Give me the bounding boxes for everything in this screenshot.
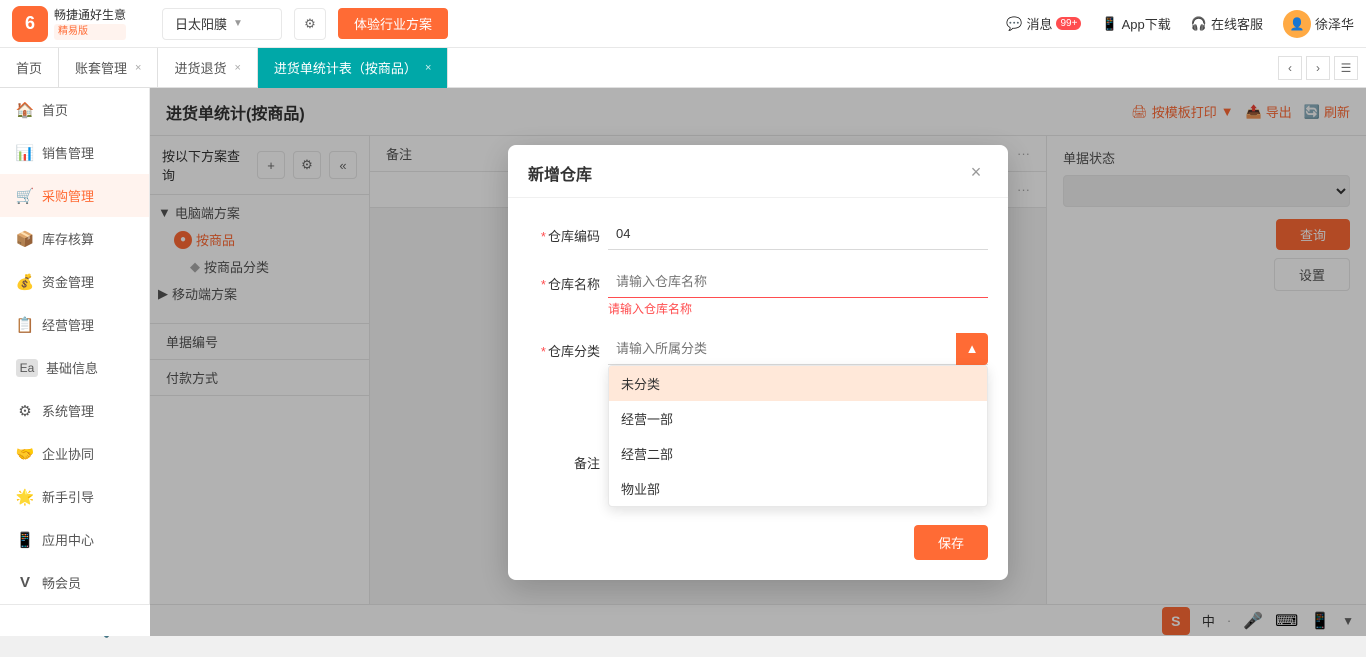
name-label: 仓库名称: [528, 266, 608, 293]
save-button[interactable]: 保存: [914, 525, 988, 560]
top-header: 6 畅捷通好生意 精易版 日太阳膜 ▼ ⚙ 体验行业方案 💬 消息 99+ 📱 …: [0, 0, 1366, 48]
message-badge: 99+: [1056, 17, 1081, 30]
tab-close-purchase-return[interactable]: ×: [234, 62, 240, 74]
category-control: ▲ 未分类 经营一部 经营二部 物业部: [608, 333, 988, 365]
sidebar-item-operations[interactable]: 📋 经营管理: [0, 303, 149, 346]
category-dropdown: 未分类 经营一部 经营二部 物业部: [608, 365, 988, 507]
modal-close-button[interactable]: ×: [964, 161, 988, 185]
tab-account[interactable]: 账套管理 ×: [59, 48, 158, 88]
sidebar-item-inventory[interactable]: 📦 库存核算: [0, 217, 149, 260]
modal-overlay[interactable]: 新增仓库 × 仓库编码 仓库名称: [150, 88, 1366, 636]
sidebar-item-basic-info[interactable]: Ea 基础信息: [0, 346, 149, 389]
tab-purchase-return[interactable]: 进货退货 ×: [158, 48, 257, 88]
sidebar-item-appcenter[interactable]: 📱 应用中心: [0, 518, 149, 561]
tab-purchase-stats[interactable]: 进货单统计表（按商品） ×: [258, 48, 448, 88]
main-layout: 🏠 首页 📊 销售管理 🛒 采购管理 📦 库存核算 💰 资金管理 📋 经营管理 …: [0, 88, 1366, 636]
app-download-item[interactable]: 📱 App下载: [1101, 14, 1170, 33]
tab-home[interactable]: 首页: [0, 48, 59, 88]
header-right: 💬 消息 99+ 📱 App下载 🎧 在线客服 👤 徐泽华: [1006, 10, 1354, 38]
sidebar-item-enterprise[interactable]: 🤝 企业协同: [0, 432, 149, 475]
code-input[interactable]: [608, 218, 988, 250]
content-area: 进货单统计(按商品) 🖨 按模板打印 ▼ 📤 导出 🔄 刷新: [150, 88, 1366, 636]
store-dropdown-arrow: ▼: [233, 18, 243, 29]
name-error-message: 请输入仓库名称: [608, 300, 988, 317]
category-input[interactable]: [608, 333, 988, 365]
finance-icon: 💰: [16, 273, 34, 291]
home-icon: 🏠: [16, 101, 34, 119]
system-icon: ⚙: [16, 402, 34, 420]
tab-bar: 首页 账套管理 × 进货退货 × 进货单统计表（按商品） × ‹ › ☰: [0, 48, 1366, 88]
sidebar-item-purchase[interactable]: 🛒 采购管理: [0, 174, 149, 217]
sidebar-item-home[interactable]: 🏠 首页: [0, 88, 149, 131]
modal-title: 新增仓库: [528, 161, 592, 185]
headset-icon: 🎧: [1191, 16, 1207, 32]
category-toggle-button[interactable]: ▲: [956, 333, 988, 365]
customer-service-item[interactable]: 🎧 在线客服: [1191, 14, 1263, 33]
tab-scroll-left[interactable]: ‹: [1278, 56, 1302, 80]
app-icon: 📱: [1101, 16, 1117, 32]
guide-icon: 🌟: [16, 488, 34, 506]
trial-button[interactable]: 体验行业方案: [338, 8, 448, 39]
modal-footer: 保存: [508, 513, 1008, 580]
form-row-name: 仓库名称 请输入仓库名称: [528, 266, 988, 317]
dropdown-item-dept1[interactable]: 经营一部: [609, 401, 987, 436]
sidebar-item-sales[interactable]: 📊 销售管理: [0, 131, 149, 174]
form-row-category: 仓库分类 ▲ 未分类 经营一部 经营二部 物业部: [528, 333, 988, 365]
sales-icon: 📊: [16, 144, 34, 162]
member-icon: V: [16, 574, 34, 592]
name-input[interactable]: [608, 266, 988, 298]
tab-scroll-right[interactable]: ›: [1306, 56, 1330, 80]
tab-close-account[interactable]: ×: [135, 62, 141, 74]
message-icon: 💬: [1006, 16, 1022, 32]
memo-label: 备注: [528, 445, 608, 472]
logo-text: 畅捷通好生意 精易版: [54, 7, 126, 40]
code-control: [608, 218, 988, 250]
form-row-code: 仓库编码: [528, 218, 988, 250]
tab-close-purchase-stats[interactable]: ×: [425, 62, 431, 74]
logo-area: 6 畅捷通好生意 精易版: [12, 6, 162, 42]
category-label: 仓库分类: [528, 333, 608, 360]
tab-controls: ‹ › ☰: [1270, 56, 1366, 80]
operations-icon: 📋: [16, 316, 34, 334]
appcenter-icon: 📱: [16, 531, 34, 549]
header-actions: ⚙ 体验行业方案: [294, 8, 448, 40]
app-download-label: App下载: [1122, 14, 1171, 33]
sidebar-item-system[interactable]: ⚙ 系统管理: [0, 389, 149, 432]
sidebar: 🏠 首页 📊 销售管理 🛒 采购管理 📦 库存核算 💰 资金管理 📋 经营管理 …: [0, 88, 150, 636]
message-label: 消息: [1026, 14, 1052, 33]
dropdown-item-dept3[interactable]: 物业部: [609, 471, 987, 506]
user-avatar: 👤: [1283, 10, 1311, 38]
store-selector[interactable]: 日太阳膜 ▼: [162, 8, 282, 40]
modal-new-warehouse: 新增仓库 × 仓库编码 仓库名称: [508, 145, 1008, 580]
user-item[interactable]: 👤 徐泽华: [1283, 10, 1354, 38]
modal-header: 新增仓库 ×: [508, 145, 1008, 198]
message-item[interactable]: 💬 消息 99+: [1006, 14, 1081, 33]
name-control: 请输入仓库名称: [608, 266, 988, 317]
modal-body: 仓库编码 仓库名称 请输入仓库名称: [508, 198, 1008, 513]
settings-icon[interactable]: ⚙: [294, 8, 326, 40]
sidebar-item-guide[interactable]: 🌟 新手引导: [0, 475, 149, 518]
logo-icon: 6: [12, 6, 48, 42]
dropdown-item-unclassified[interactable]: 未分类: [609, 366, 987, 401]
basic-info-icon: Ea: [16, 359, 38, 377]
inventory-icon: 📦: [16, 230, 34, 248]
dropdown-item-dept2[interactable]: 经营二部: [609, 436, 987, 471]
code-label: 仓库编码: [528, 218, 608, 245]
sidebar-item-member[interactable]: V 畅会员: [0, 561, 149, 604]
purchase-icon: 🛒: [16, 187, 34, 205]
enterprise-icon: 🤝: [16, 445, 34, 463]
tab-menu[interactable]: ☰: [1334, 56, 1358, 80]
customer-service-label: 在线客服: [1211, 14, 1263, 33]
store-name: 日太阳膜: [175, 14, 227, 33]
username-label: 徐泽华: [1315, 14, 1354, 33]
sidebar-item-finance[interactable]: 💰 资金管理: [0, 260, 149, 303]
